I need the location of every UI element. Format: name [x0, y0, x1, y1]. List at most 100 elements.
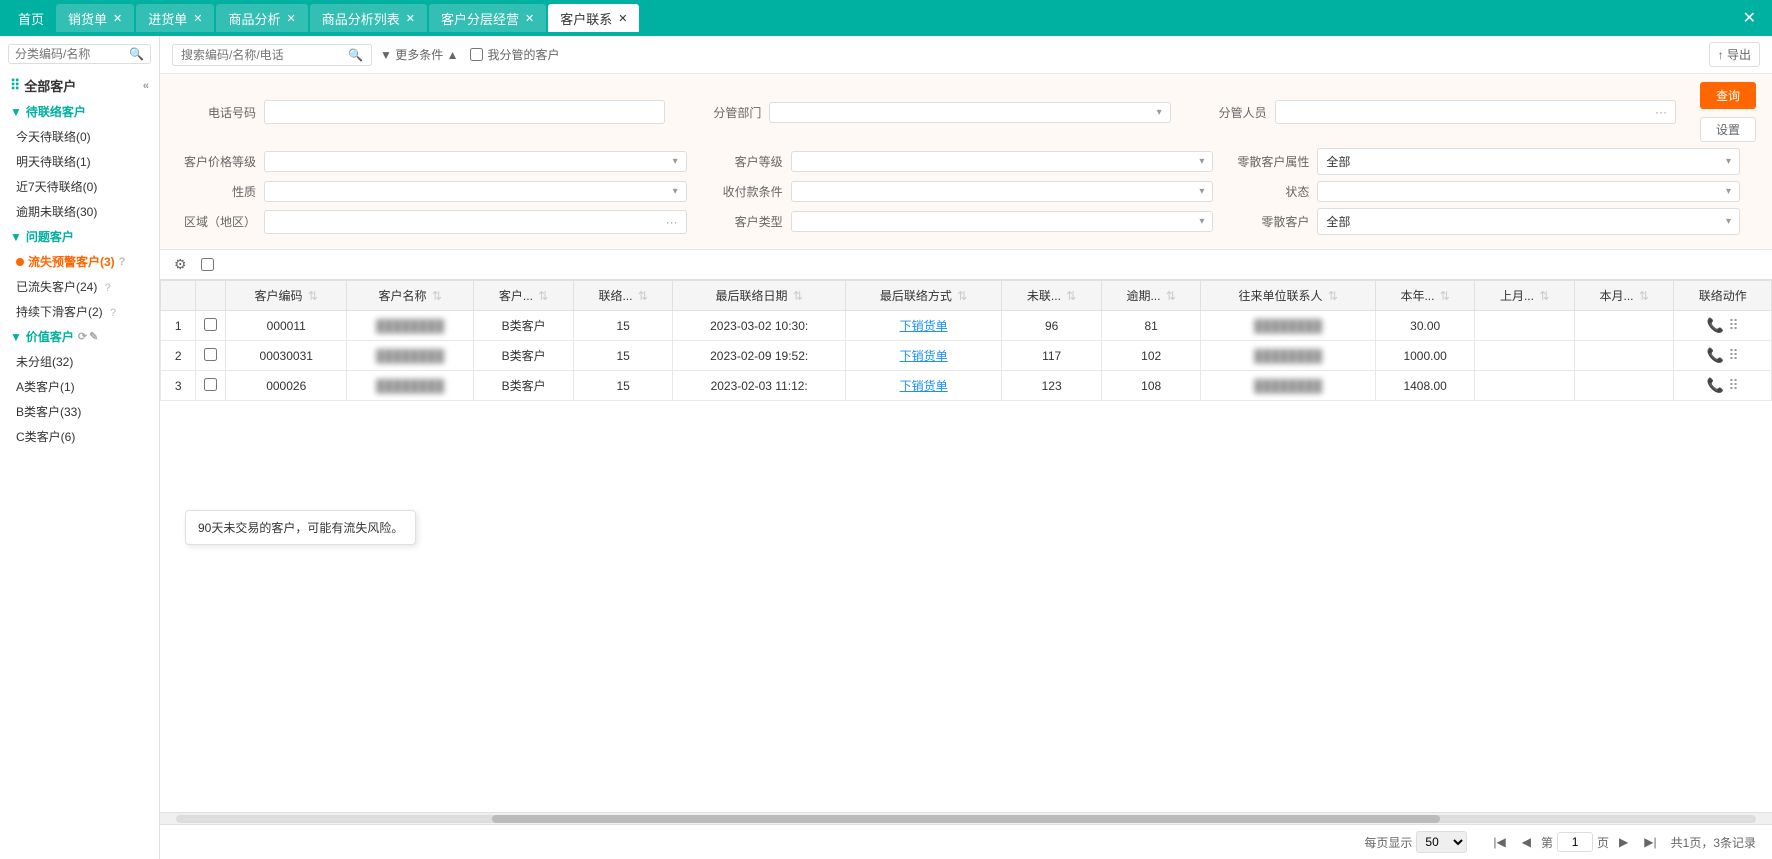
total-info: 共1页，3条记录 — [1671, 834, 1756, 851]
person-dots[interactable]: ··· — [1655, 105, 1667, 119]
search-input[interactable] — [181, 48, 344, 62]
tab-product-analysis[interactable]: 商品分析 ✕ — [216, 4, 307, 32]
help-icon-3[interactable]: ? — [110, 307, 116, 319]
tab-purchase[interactable]: 进货单 ✕ — [136, 4, 214, 32]
tab-product-list-close[interactable]: ✕ — [406, 12, 415, 25]
sidebar-search-icon[interactable]: 🔍 — [129, 47, 144, 61]
my-customers-checkbox-label[interactable]: 我分管的客户 — [470, 46, 559, 63]
cell-last-contact-way[interactable]: 下销货单 — [845, 341, 1001, 371]
col-this-year[interactable]: 本年... ⇅ — [1375, 281, 1475, 311]
customer-type-select[interactable]: ▾ — [791, 211, 1214, 232]
phone-input[interactable] — [264, 100, 665, 124]
horizontal-scrollbar[interactable] — [160, 812, 1772, 824]
tab-sales[interactable]: 销货单 ✕ — [56, 4, 134, 32]
contact-icon-0[interactable]: 📞 — [1707, 317, 1724, 334]
search-box[interactable]: 🔍 — [172, 44, 372, 66]
more-actions-icon-1[interactable]: ⠿ — [1728, 347, 1738, 364]
col-this-month[interactable]: 本月... ⇅ — [1574, 281, 1674, 311]
cell-checkbox[interactable] — [196, 341, 226, 371]
tab-customer-tier-close[interactable]: ✕ — [525, 12, 534, 25]
sidebar-item-today[interactable]: 今天待联络(0) — [0, 124, 159, 149]
export-button[interactable]: ↑ 导出 — [1709, 42, 1760, 67]
tab-home[interactable]: 首页 — [8, 4, 54, 32]
cell-code: 000011 — [226, 311, 347, 341]
row-checkbox-1[interactable] — [204, 348, 217, 361]
sidebar-item-churned[interactable]: 已流失客户(24) ? — [0, 274, 159, 299]
sidebar-item-overdue[interactable]: 逾期未联络(30) — [0, 199, 159, 224]
cell-last-contact-way[interactable]: 下销货单 — [845, 311, 1001, 341]
col-last-month[interactable]: 上月... ⇅ — [1475, 281, 1575, 311]
payment-select[interactable]: ▾ — [791, 181, 1214, 202]
cell-contacts: ████████ — [1201, 341, 1375, 371]
sidebar-item-tomorrow[interactable]: 明天待联络(1) — [0, 149, 159, 174]
sidebar-search-box[interactable]: 🔍 — [8, 44, 151, 64]
tab-purchase-close[interactable]: ✕ — [193, 12, 202, 25]
region-select[interactable]: ··· — [264, 210, 687, 234]
prev-page-button[interactable]: ◀ — [1516, 833, 1537, 851]
gender-select[interactable]: ▾ — [264, 181, 687, 202]
tab-customer-contact[interactable]: 客户联系 ✕ — [548, 4, 639, 32]
more-actions-icon-2[interactable]: ⠿ — [1728, 377, 1738, 394]
page-number-input[interactable] — [1557, 832, 1593, 852]
col-code[interactable]: 客户编码 ⇅ — [226, 281, 347, 311]
tab-product-analysis-close[interactable]: ✕ — [287, 12, 296, 25]
cell-checkbox[interactable] — [196, 311, 226, 341]
person-select[interactable]: ··· — [1275, 100, 1676, 124]
select-all-checkbox[interactable] — [201, 258, 214, 271]
table-settings-icon[interactable]: ⚙ — [168, 254, 193, 275]
help-icon-2[interactable]: ? — [105, 282, 111, 294]
sidebar-all-customers[interactable]: ⠿ 全部客户 « — [0, 72, 159, 99]
col-overdue[interactable]: 逾期... ⇅ — [1101, 281, 1201, 311]
last-page-button[interactable]: ▶| — [1638, 833, 1662, 851]
status-select[interactable]: ▾ — [1317, 181, 1740, 202]
sidebar-group-pending[interactable]: ▼ 待联络客户 — [0, 99, 159, 124]
sidebar-group-value[interactable]: ▼ 价值客户 ⟳ ✎ — [0, 324, 159, 349]
sidebar-search-input[interactable] — [15, 47, 129, 61]
row-checkbox-2[interactable] — [204, 378, 217, 391]
col-last-contact-date[interactable]: 最后联络日期 ⇅ — [673, 281, 845, 311]
contact-icon-1[interactable]: 📞 — [1707, 347, 1724, 364]
retail-attr-select[interactable]: 全部 ▾ — [1317, 148, 1740, 175]
more-conditions-button[interactable]: ▼ 更多条件 ▲ — [380, 46, 458, 63]
tab-customer-contact-close[interactable]: ✕ — [618, 12, 627, 25]
sidebar-item-7days[interactable]: 近7天待联络(0) — [0, 174, 159, 199]
search-button[interactable]: 🔍 — [348, 48, 363, 62]
sidebar-item-a-class[interactable]: A类客户(1) — [0, 374, 159, 399]
sidebar-item-ungrouped[interactable]: 未分组(32) — [0, 349, 159, 374]
first-page-button[interactable]: |◀ — [1487, 833, 1511, 851]
cell-checkbox[interactable] — [196, 371, 226, 401]
department-select[interactable]: ▾ — [769, 102, 1170, 123]
col-contacts[interactable]: 往来单位联系人 ⇅ — [1201, 281, 1375, 311]
col-not-contacted[interactable]: 未联... ⇅ — [1002, 281, 1102, 311]
sidebar-item-declining[interactable]: 持续下滑客户(2) ? — [0, 299, 159, 324]
tab-product-list[interactable]: 商品分析列表 ✕ — [310, 4, 427, 32]
more-actions-icon-0[interactable]: ⠿ — [1728, 317, 1738, 334]
col-contact-count[interactable]: 联络... ⇅ — [573, 281, 673, 311]
edit-icon[interactable]: ✎ — [89, 330, 98, 343]
region-dots[interactable]: ··· — [666, 215, 678, 229]
col-name[interactable]: 客户名称 ⇅ — [346, 281, 473, 311]
window-close-button[interactable]: ✕ — [1735, 8, 1764, 28]
price-select[interactable]: ▾ — [264, 151, 687, 172]
sidebar-item-c-class[interactable]: C类客户(6) — [0, 424, 159, 449]
col-type[interactable]: 客户... ⇅ — [474, 281, 574, 311]
sidebar-group-problem[interactable]: ▼ 问题客户 — [0, 224, 159, 249]
setting-button[interactable]: 设置 — [1700, 117, 1756, 142]
col-last-contact-way[interactable]: 最后联络方式 ⇅ — [845, 281, 1001, 311]
level-select[interactable]: ▾ — [791, 151, 1214, 172]
help-icon[interactable]: ? — [119, 256, 126, 268]
retail-select[interactable]: 全部 ▾ — [1317, 208, 1740, 235]
refresh-icon[interactable]: ⟳ — [78, 330, 87, 343]
sidebar-item-churn-warning[interactable]: 流失预警客户(3) ? — [0, 249, 159, 274]
cell-last-contact-way[interactable]: 下销货单 — [845, 371, 1001, 401]
contact-icon-2[interactable]: 📞 — [1707, 377, 1724, 394]
per-page-select[interactable]: 50 100 200 — [1416, 831, 1467, 853]
tab-customer-tier[interactable]: 客户分层经营 ✕ — [429, 4, 546, 32]
sidebar-item-b-class[interactable]: B类客户(33) — [0, 399, 159, 424]
tab-sales-close[interactable]: ✕ — [113, 12, 122, 25]
my-customers-checkbox[interactable] — [470, 48, 483, 61]
scrollbar-thumb[interactable] — [492, 815, 1440, 823]
row-checkbox-0[interactable] — [204, 318, 217, 331]
query-button[interactable]: 查询 — [1700, 82, 1756, 109]
next-page-button[interactable]: ▶ — [1613, 833, 1634, 851]
